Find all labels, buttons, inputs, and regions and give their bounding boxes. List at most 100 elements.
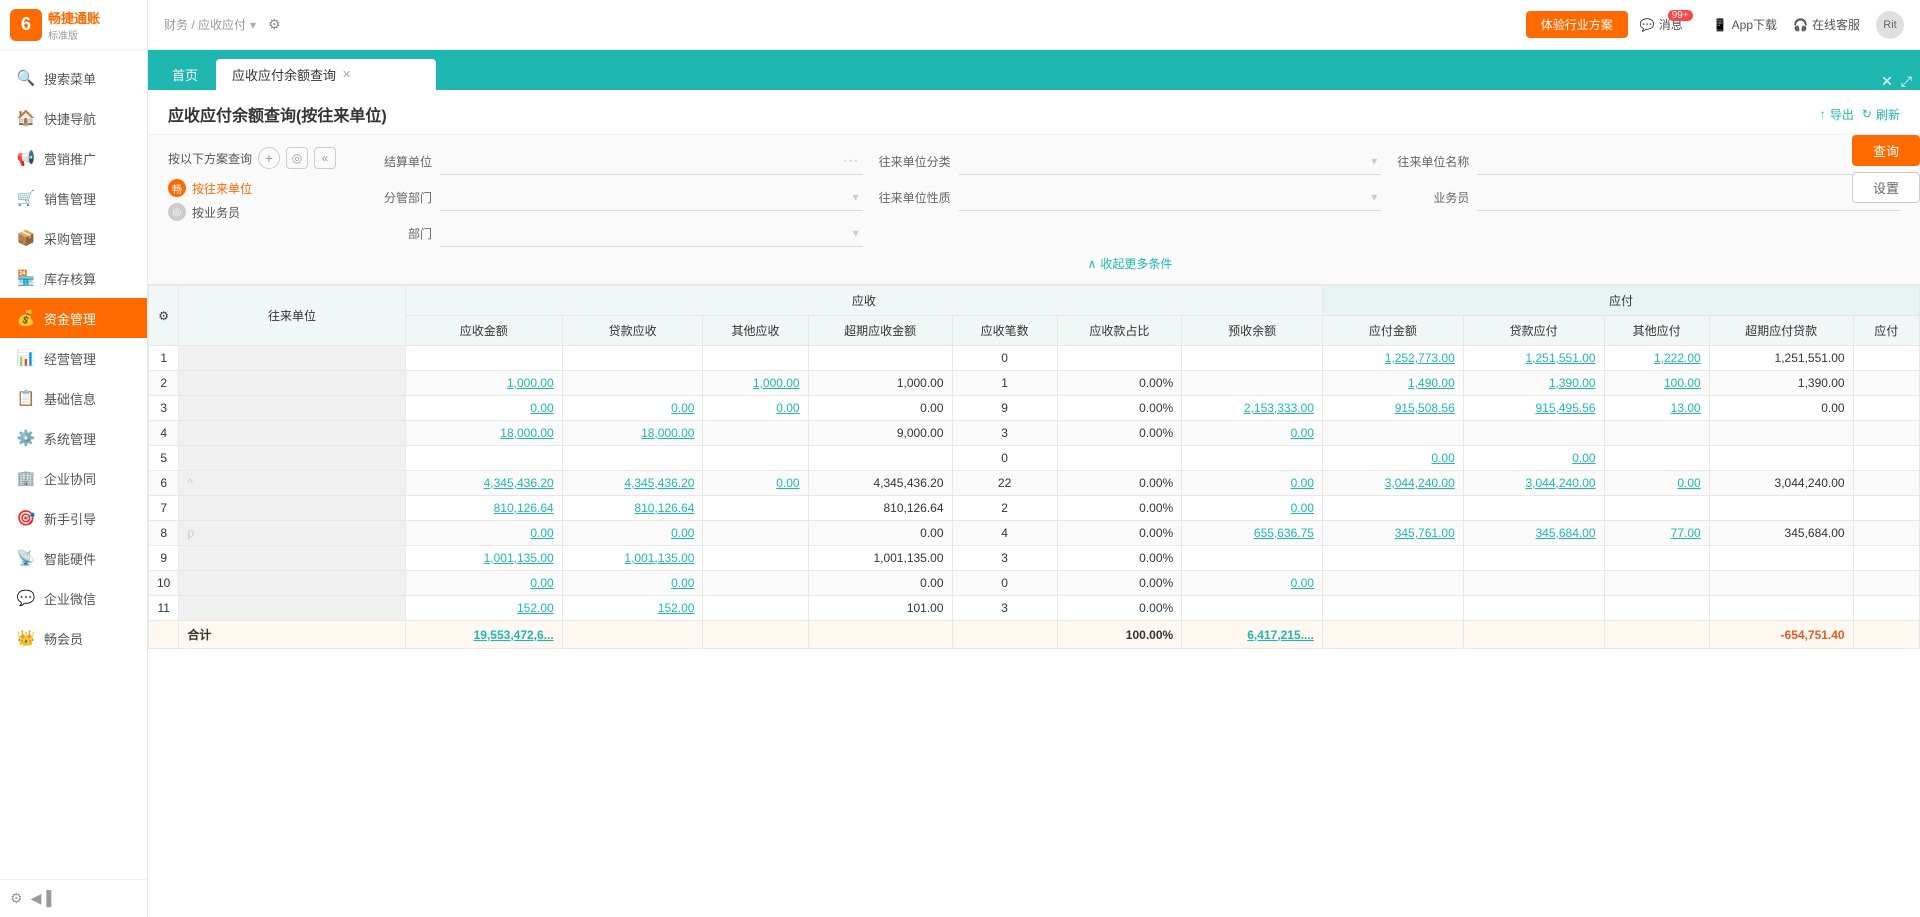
sidebar-item-system[interactable]: ⚙️ 系统管理 (0, 418, 147, 458)
home-icon: 🏠 (16, 108, 36, 128)
sidebar-item-label: 畅会员 (44, 629, 83, 648)
table-row: 100.000.000.0000.00%0.00 (149, 571, 1920, 596)
sidebar-item-quick-nav[interactable]: 🏠 快捷导航 (0, 98, 147, 138)
sidebar-item-label: 搜索菜单 (44, 69, 96, 88)
sidebar-item-funds[interactable]: 💰 资金管理 (0, 298, 147, 338)
user-avatar[interactable]: Rit (1876, 11, 1904, 39)
sidebar-settings-button[interactable]: ⚙ (10, 890, 23, 907)
settings-button[interactable]: 设置 (1852, 172, 1920, 203)
sidebar-item-hardware[interactable]: 📡 智能硬件 (0, 538, 147, 578)
settlement-dots-icon: ··· (843, 152, 859, 170)
sidebar-item-inventory[interactable]: 🏪 库存核算 (0, 258, 147, 298)
app-subtitle: 标准版 (48, 27, 100, 42)
sidebar-item-label: 新手引导 (44, 509, 96, 528)
department-input[interactable]: ▾ (440, 219, 863, 247)
app-download-button[interactable]: 📱 App下载 (1713, 16, 1777, 33)
table-row: 418,000.0018,000.009,000.0030.00%0.00 (149, 421, 1920, 446)
export-icon: ↑ (1820, 107, 1826, 121)
th-partner: 往来单位 (179, 286, 405, 346)
partner-name-input[interactable] (1477, 147, 1900, 175)
basic-info-icon: 📋 (16, 388, 36, 408)
table-row: 101,252,773.001,251,551.001,222.001,251,… (149, 346, 1920, 371)
collapse-btn[interactable]: ∧ 收起更多条件 (360, 255, 1900, 272)
maximize-window-icon[interactable]: ⤢ (1901, 73, 1912, 90)
sidebar-item-label: 企业协同 (44, 469, 96, 488)
breadcrumb-dropdown-icon[interactable]: ▾ (250, 18, 256, 32)
department-arrow-icon: ▾ (853, 226, 859, 240)
th-pay-other: 其他应付 (1604, 316, 1709, 346)
filter-option-salesman[interactable]: ◎ 按业务员 (168, 203, 336, 221)
partner-option-icon: 畅 (168, 179, 186, 197)
solution-btn[interactable]: 体验行业方案 (1526, 11, 1628, 38)
sidebar-item-member[interactable]: 👑 畅会员 (0, 618, 147, 658)
sidebar-item-label: 快捷导航 (44, 109, 96, 128)
salesman-input[interactable]: ··· (1477, 183, 1900, 211)
sidebar-collapse-button[interactable]: ◀▐ (31, 890, 52, 907)
query-button[interactable]: 查询 (1852, 135, 1920, 166)
member-icon: 👑 (16, 628, 36, 648)
page-header: 应收应付余额查询(按往来单位) ↑ 导出 ↻ 刷新 (148, 90, 1920, 135)
filter-settings-button[interactable]: ◎ (286, 147, 308, 169)
filter-area: 按以下方案查询 + ◎ « 畅 按往来单位 ◎ 按业务员 (148, 135, 1920, 285)
hardware-icon: 📡 (16, 548, 36, 568)
th-rec-prepay: 预收余额 (1182, 316, 1323, 346)
th-group-receivable: 应收 (405, 286, 1322, 316)
download-icon: 📱 (1713, 18, 1728, 32)
partner-category-input[interactable]: ▾ (959, 147, 1382, 175)
salesman-option-icon: ◎ (168, 203, 186, 221)
partner-nature-input[interactable]: ▾ (959, 183, 1382, 211)
total-pay-overdue: -654,751.40 (1709, 621, 1853, 649)
messages-button[interactable]: 💬 消息 99+ (1640, 16, 1683, 33)
top-icons: 💬 消息 99+ 📱 App下载 🎧 在线客服 Rit (1640, 11, 1904, 39)
sidebar-item-guide[interactable]: 🎯 新手引导 (0, 498, 147, 538)
online-service-label: 在线客服 (1812, 16, 1860, 33)
filter-field-settlement: 结算单位 ··· (360, 147, 863, 175)
tab-query[interactable]: 应收应付余额查询 ✕ (216, 59, 436, 90)
top-bar: 财务 / 应收应付 ▾ ⚙ 体验行业方案 💬 消息 99+ 📱 App下载 🎧 (148, 0, 1920, 50)
tab-query-label: 应收应付余额查询 (232, 65, 336, 84)
filter-add-button[interactable]: + (258, 147, 280, 169)
filter-label: 按以下方案查询 (168, 150, 252, 167)
th-pay-overdue: 超期应付贷款 (1709, 316, 1853, 346)
sidebar-item-basic-info[interactable]: 📋 基础信息 (0, 378, 147, 418)
sidebar-item-label: 库存核算 (44, 269, 96, 288)
sidebar-item-purchase[interactable]: 📦 采购管理 (0, 218, 147, 258)
tab-close-icon[interactable]: ✕ (342, 68, 351, 81)
tab-home[interactable]: 首页 (156, 59, 214, 90)
tab-bar: 首页 应收应付余额查询 ✕ ✕ ⤢ (148, 50, 1920, 90)
th-group-payable: 应付 (1322, 286, 1919, 316)
close-window-icon[interactable]: ✕ (1881, 73, 1893, 90)
page-inner: 应收应付余额查询(按往来单位) ↑ 导出 ↻ 刷新 (148, 90, 1920, 917)
dept-input[interactable]: ▾ (440, 183, 863, 211)
sidebar-item-enterprise[interactable]: 🏢 企业协同 (0, 458, 147, 498)
sidebar: 6 畅捷通账 标准版 🔍 搜索菜单 🏠 快捷导航 📢 营销推广 🛒 销售 (0, 0, 148, 917)
total-rec-ratio: 100.00% (1057, 621, 1182, 649)
settlement-input[interactable]: ··· (440, 147, 863, 175)
sidebar-item-operation[interactable]: 📊 经营管理 (0, 338, 147, 378)
table-row: 6^4,345,436.204,345,436.200.004,345,436.… (149, 471, 1920, 496)
th-pay-rest: 应付 (1853, 316, 1919, 346)
sidebar-item-marketing[interactable]: 📢 营销推广 (0, 138, 147, 178)
online-service-button[interactable]: 🎧 在线客服 (1793, 16, 1860, 33)
page-title: 应收应付余额查询(按往来单位) (168, 102, 387, 126)
topbar-settings-icon[interactable]: ⚙ (268, 16, 281, 33)
export-button[interactable]: ↑ 导出 (1820, 106, 1854, 123)
sidebar-item-search-menu[interactable]: 🔍 搜索菜单 (0, 58, 147, 98)
app-logo-text: 畅捷通账 标准版 (48, 8, 100, 42)
filter-option-partner[interactable]: 畅 按往来单位 (168, 179, 336, 197)
th-settings[interactable]: ⚙ (149, 286, 179, 346)
table-row: 500.000.00 (149, 446, 1920, 471)
service-icon: 🎧 (1793, 18, 1808, 32)
sidebar-item-label: 资金管理 (44, 309, 96, 328)
purchase-icon: 📦 (16, 228, 36, 248)
filter-collapse-button[interactable]: « (314, 147, 336, 169)
th-pay-amount: 应付金额 (1322, 316, 1463, 346)
app-download-label: App下载 (1732, 16, 1777, 33)
sidebar-item-wechat[interactable]: 💬 企业微信 (0, 578, 147, 618)
sidebar-item-sales[interactable]: 🛒 销售管理 (0, 178, 147, 218)
sales-icon: 🛒 (16, 188, 36, 208)
partner-nature-arrow-icon: ▾ (1371, 190, 1377, 204)
filter-field-partner-nature: 往来单位性质 ▾ (879, 183, 1382, 211)
table-settings-icon[interactable]: ⚙ (158, 309, 169, 323)
refresh-button[interactable]: ↻ 刷新 (1862, 106, 1900, 123)
